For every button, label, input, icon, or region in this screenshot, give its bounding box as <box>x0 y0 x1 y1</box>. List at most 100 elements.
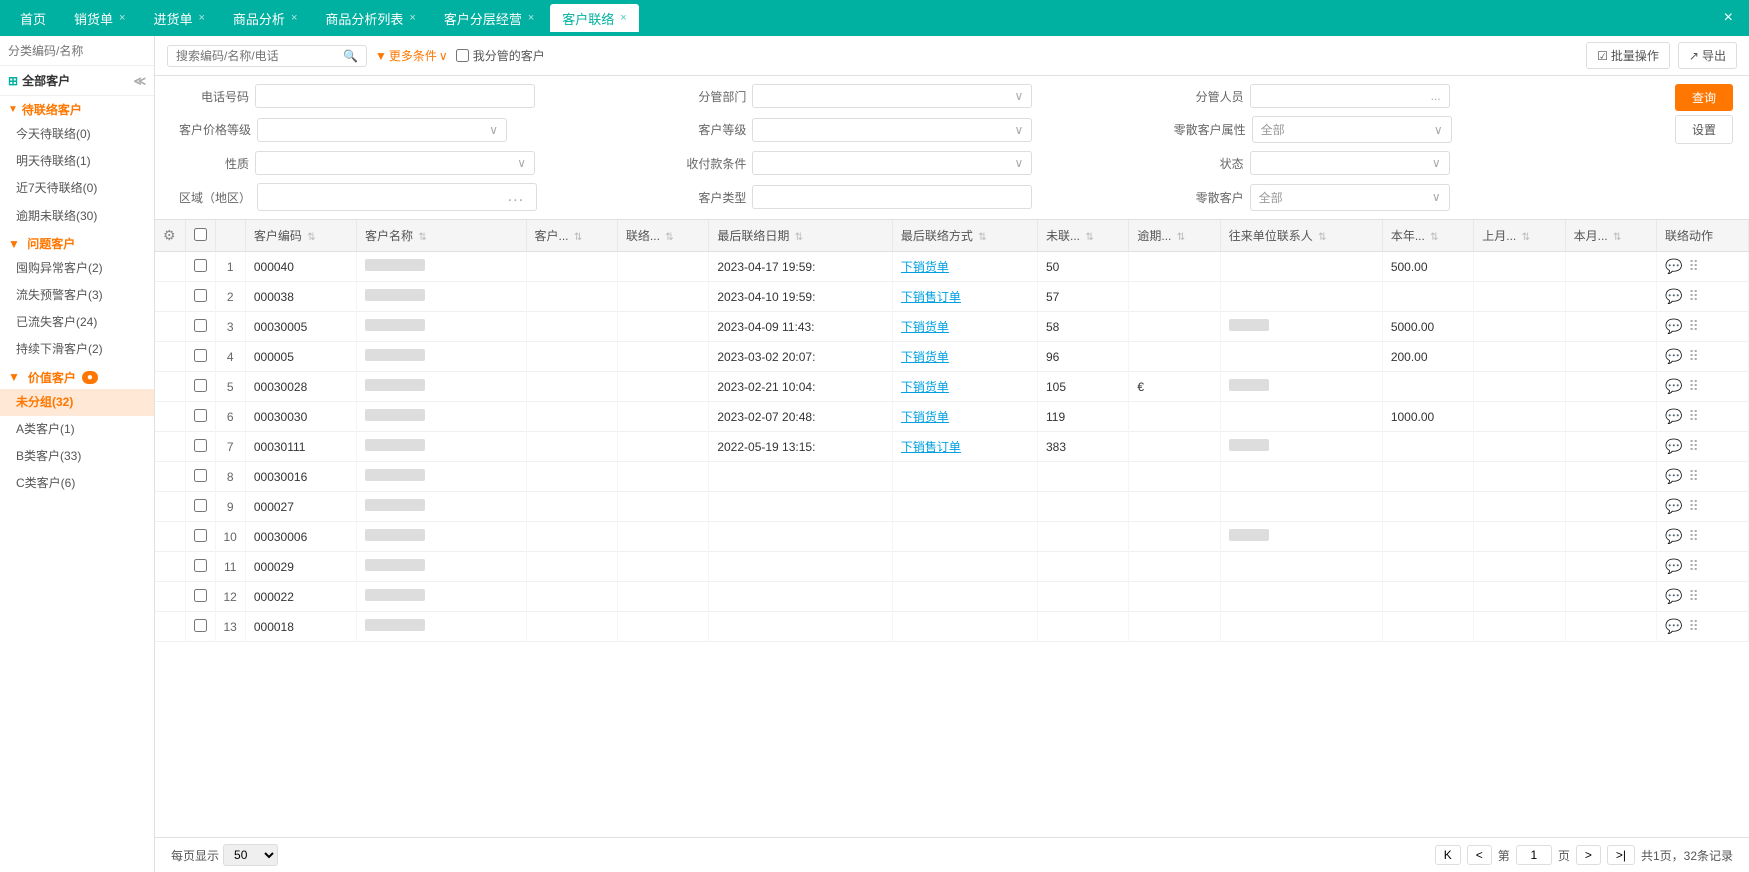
phone-input[interactable] <box>255 84 535 108</box>
close-customer-tier-icon[interactable]: × <box>528 12 534 24</box>
checkbox-col-header[interactable] <box>185 220 215 252</box>
tab-product-analysis[interactable]: 商品分析 × <box>221 4 309 32</box>
tab-sales-order[interactable]: 销货单 × <box>62 4 137 32</box>
row-checkbox-cell[interactable] <box>185 522 215 552</box>
more-action-icon[interactable]: ⠿ <box>1688 258 1698 275</box>
row-checkbox[interactable] <box>194 499 207 512</box>
call-icon[interactable]: 💬 <box>1665 498 1682 515</box>
row-checkbox-cell[interactable] <box>185 612 215 642</box>
select-all-checkbox[interactable] <box>194 228 207 241</box>
call-icon[interactable]: 💬 <box>1665 558 1682 575</box>
call-icon[interactable]: 💬 <box>1665 468 1682 485</box>
last-page-button[interactable]: >| <box>1607 845 1635 865</box>
last-method-link[interactable]: 下销货单 <box>901 260 949 274</box>
row-checkbox[interactable] <box>194 409 207 422</box>
sidebar-item-class-b[interactable]: B类客户(33) <box>0 443 154 470</box>
row-checkbox[interactable] <box>194 559 207 572</box>
call-icon[interactable]: 💬 <box>1665 438 1682 455</box>
per-page-select[interactable]: 50 100 <box>223 844 278 866</box>
next-page-button[interactable]: > <box>1576 845 1601 865</box>
value-expand-icon[interactable]: ▼ <box>8 370 20 384</box>
row-checkbox-cell[interactable] <box>185 372 215 402</box>
sidebar-item-declining[interactable]: 持续下滑客户(2) <box>0 336 154 363</box>
row-checkbox-cell[interactable] <box>185 492 215 522</box>
row-checkbox[interactable] <box>194 379 207 392</box>
sidebar-item-churned[interactable]: 已流失客户(24) <box>0 309 154 336</box>
cust-type-input[interactable] <box>752 185 1032 209</box>
sidebar-collapse-icon[interactable]: ≪ <box>133 74 146 88</box>
export-button[interactable]: ↗ 导出 <box>1678 42 1737 69</box>
home-tab[interactable]: 首页 <box>8 9 58 28</box>
code-col-header[interactable]: 客户编码 ⇅ <box>245 220 356 252</box>
page-number-input[interactable] <box>1516 845 1552 865</box>
close-all-tabs-icon[interactable]: × <box>1716 9 1741 27</box>
name-col-header[interactable]: 客户名称 ⇅ <box>357 220 526 252</box>
last-month-col-header[interactable]: 上月... ⇅ <box>1474 220 1565 252</box>
person-select[interactable]: ... <box>1250 84 1450 108</box>
row-checkbox[interactable] <box>194 319 207 332</box>
close-sales-order-icon[interactable]: × <box>119 12 125 24</box>
call-icon[interactable]: 💬 <box>1665 618 1682 635</box>
more-action-icon[interactable]: ⠿ <box>1688 558 1698 575</box>
close-product-list-icon[interactable]: × <box>409 12 415 24</box>
first-page-button[interactable]: K <box>1435 845 1461 865</box>
last-method-link[interactable]: 下销货单 <box>901 320 949 334</box>
call-icon[interactable]: 💬 <box>1665 348 1682 365</box>
pending-expand-icon[interactable]: ▼ <box>8 104 18 115</box>
payment-select[interactable]: ∨ <box>752 151 1032 175</box>
query-button[interactable]: 查询 <box>1675 84 1733 111</box>
row-checkbox-cell[interactable] <box>185 312 215 342</box>
overdue-col-header[interactable]: 逾期... ⇅ <box>1129 220 1220 252</box>
row-checkbox[interactable] <box>194 259 207 272</box>
row-last-method-cell[interactable]: 下销货单 <box>892 252 1037 282</box>
filter-search-input[interactable] <box>176 49 339 63</box>
sidebar-item-class-a[interactable]: A类客户(1) <box>0 416 154 443</box>
more-action-icon[interactable]: ⠿ <box>1688 348 1698 365</box>
more-action-icon[interactable]: ⠿ <box>1688 468 1698 485</box>
row-last-method-cell[interactable] <box>892 492 1037 522</box>
more-action-icon[interactable]: ⠿ <box>1688 318 1698 335</box>
row-last-method-cell[interactable] <box>892 522 1037 552</box>
sidebar-item-7days-pending[interactable]: 近7天待联络(0) <box>0 175 154 202</box>
row-checkbox-cell[interactable] <box>185 252 215 282</box>
row-last-method-cell[interactable]: 下销货单 <box>892 372 1037 402</box>
sidebar-search-input[interactable] <box>8 44 155 58</box>
price-tier-select[interactable]: ∨ <box>257 118 507 142</box>
gear-col-header[interactable]: ⚙ <box>155 220 185 252</box>
last-method-col-header[interactable]: 最后联络方式 ⇅ <box>892 220 1037 252</box>
last-method-link[interactable]: 下销货单 <box>901 410 949 424</box>
row-checkbox[interactable] <box>194 469 207 482</box>
call-icon[interactable]: 💬 <box>1665 588 1682 605</box>
more-action-icon[interactable]: ⠿ <box>1688 288 1698 305</box>
problem-expand-icon[interactable]: ▼ <box>8 237 20 251</box>
call-icon[interactable]: 💬 <box>1665 318 1682 335</box>
row-last-method-cell[interactable]: 下销货单 <box>892 312 1037 342</box>
more-action-icon[interactable]: ⠿ <box>1688 618 1698 635</box>
tab-customer-contact[interactable]: 客户联络 × <box>550 4 638 32</box>
more-action-icon[interactable]: ⠿ <box>1688 408 1698 425</box>
last-date-col-header[interactable]: 最后联络日期 ⇅ <box>709 220 893 252</box>
sidebar-item-hoard-abnormal[interactable]: 囤购异常客户(2) <box>0 255 154 282</box>
sidebar-item-today-pending[interactable]: 今天待联络(0) <box>0 121 154 148</box>
retail-cust-select[interactable]: 全部 ∨ <box>1250 184 1450 211</box>
call-icon[interactable]: 💬 <box>1665 378 1682 395</box>
row-checkbox[interactable] <box>194 439 207 452</box>
filter-search-icon[interactable]: 🔍 <box>343 49 358 63</box>
last-method-link[interactable]: 下销货单 <box>901 380 949 394</box>
row-checkbox[interactable] <box>194 349 207 362</box>
row-checkbox-cell[interactable] <box>185 552 215 582</box>
row-last-method-cell[interactable]: 下销货单 <box>892 342 1037 372</box>
last-method-link[interactable]: 下销售订单 <box>901 440 961 454</box>
prev-page-button[interactable]: < <box>1467 845 1492 865</box>
my-customers-checkbox-wrap[interactable]: 我分管的客户 <box>456 47 545 64</box>
more-action-icon[interactable]: ⠿ <box>1688 378 1698 395</box>
row-checkbox-cell[interactable] <box>185 582 215 612</box>
more-action-icon[interactable]: ⠿ <box>1688 438 1698 455</box>
reset-button[interactable]: 设置 <box>1675 115 1733 144</box>
row-checkbox-cell[interactable] <box>185 342 215 372</box>
row-checkbox-cell[interactable] <box>185 402 215 432</box>
close-product-analysis-icon[interactable]: × <box>291 12 297 24</box>
tab-purchase-order[interactable]: 进货单 × <box>141 4 216 32</box>
batch-op-button[interactable]: ☑ 批量操作 <box>1586 42 1670 69</box>
close-customer-contact-icon[interactable]: × <box>620 12 626 24</box>
